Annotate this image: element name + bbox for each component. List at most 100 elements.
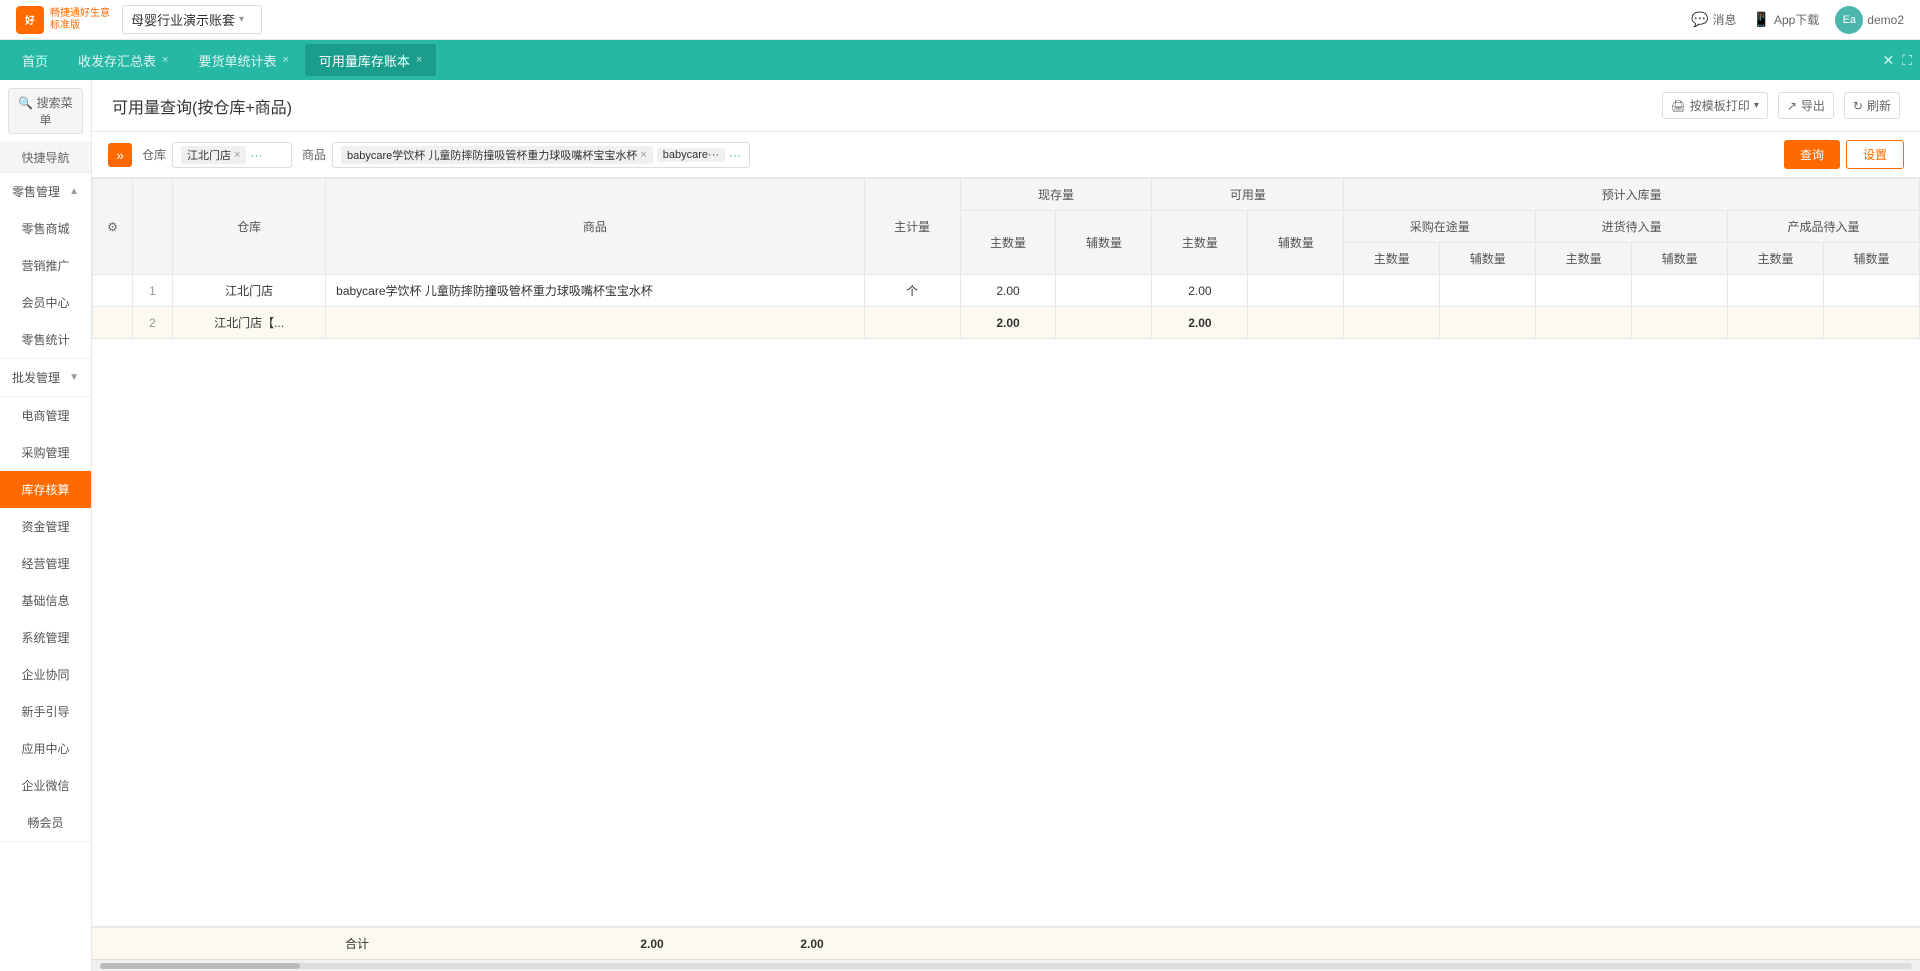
th-ip-aux: 辅数量 — [1632, 243, 1728, 275]
sidebar-item-ecommerce[interactable]: 电商管理 — [0, 397, 91, 434]
footer-label: 合计 — [102, 935, 612, 952]
th-pp-main: 主数量 — [1728, 243, 1824, 275]
sidebar-item-new-guide-label: 新手引导 — [21, 703, 69, 720]
footer-avail-main: 2.00 — [772, 937, 852, 951]
tab-receipts[interactable]: 收发存汇总表 × — [64, 44, 182, 76]
warehouse-more-icon[interactable]: ··· — [250, 148, 262, 162]
refresh-button[interactable]: ↻ 刷新 — [1844, 92, 1900, 119]
tab-order-stats[interactable]: 要货单统计表 × — [184, 44, 302, 76]
chevron-down-icon: ▾ — [239, 14, 244, 25]
sidebar-item-operations[interactable]: 经营管理 — [0, 545, 91, 582]
tab-receipts-close[interactable]: × — [162, 54, 168, 66]
message-button[interactable]: 💬 消息 — [1691, 11, 1736, 28]
scrollbar-thumb[interactable] — [100, 963, 300, 969]
sidebar-item-sys-mgmt[interactable]: 系统管理 — [0, 619, 91, 656]
sidebar-item-retail-mall-label: 零售商城 — [21, 220, 69, 237]
sidebar-section-wholesale: 批发管理 ▼ — [0, 359, 91, 397]
nav-tabs: 首页 收发存汇总表 × 要货单统计表 × 可用量库存账本 × ✕ ⛶ — [0, 40, 1920, 80]
cell-stock-aux — [1056, 275, 1152, 307]
tab-inventory-close[interactable]: × — [416, 54, 422, 66]
cell-product-2 — [326, 307, 864, 339]
product-filter-group: 商品 babycare学饮杯 儿童防摔防撞吸管杯重力球吸嘴杯宝宝水杯 × bab… — [302, 142, 750, 168]
tab-inventory[interactable]: 可用量库存账本 × — [305, 44, 436, 76]
cell-pt-main — [1344, 275, 1440, 307]
th-config: ⚙ — [93, 179, 133, 275]
th-warehouse: 仓库 — [173, 179, 326, 275]
sidebar-item-wholesale[interactable]: 批发管理 ▼ — [0, 359, 91, 396]
tab-inventory-label: 可用量库存账本 — [319, 51, 410, 70]
cell-stock-aux-2 — [1056, 307, 1152, 339]
sidebar-item-retail-stats-label: 零售统计 — [21, 331, 69, 348]
sidebar-item-purchase[interactable]: 采购管理 — [0, 434, 91, 471]
cell-ip-aux-2 — [1632, 307, 1728, 339]
sidebar-item-retail-mgmt[interactable]: 零售管理 ▲ — [0, 173, 91, 210]
th-pp-aux: 辅数量 — [1823, 243, 1919, 275]
page-title: 可用量查询(按仓库+商品) — [112, 94, 292, 118]
th-main-unit: 主计量 — [864, 179, 960, 275]
nav-close-icon[interactable]: ✕ — [1882, 52, 1894, 69]
print-icon: 🖨 — [1671, 99, 1686, 113]
product-more-icon[interactable]: ··· — [729, 148, 741, 162]
cell-ip-aux — [1632, 275, 1728, 307]
chevron-icon-2: ▼ — [69, 372, 79, 383]
warehouse-filter-input[interactable]: 江北门店 × ··· — [172, 142, 292, 168]
search-menu-button[interactable]: 🔍 搜索菜单 — [8, 88, 83, 134]
tab-home[interactable]: 首页 — [8, 44, 62, 76]
org-selector[interactable]: 母婴行业演示账套 ▾ — [122, 5, 262, 34]
cell-ip-main — [1536, 275, 1632, 307]
sidebar: 🔍 搜索菜单 快捷导航 零售管理 ▲ 零售商城 营销推广 会员中心 零售统计 批 — [0, 80, 92, 971]
sidebar-item-purchase-label: 采购管理 — [21, 444, 69, 461]
user-profile[interactable]: Ea demo2 — [1835, 6, 1904, 34]
table-area: ⚙ 仓库 商品 主计量 现存量 可用量 预计入库量 主数量 辅数量 主数量 — [92, 178, 1920, 926]
sidebar-item-basic-info[interactable]: 基础信息 — [0, 582, 91, 619]
sidebar-item-marketing[interactable]: 营销推广 — [0, 247, 91, 284]
sidebar-item-app-center-label: 应用中心 — [21, 740, 69, 757]
content-area: 可用量查询(按仓库+商品) 🖨 按模板打印 ▾ ↗ 导出 ↻ 刷新 » — [92, 80, 1920, 971]
sidebar-item-enterprise-wechat-label: 企业微信 — [21, 777, 69, 794]
th-ip-main: 主数量 — [1536, 243, 1632, 275]
org-name: 母婴行业演示账套 — [131, 10, 235, 29]
th-current-stock: 现存量 — [960, 179, 1152, 211]
warehouse-filter-group: 仓库 江北门店 × ··· — [142, 142, 292, 168]
message-icon: 💬 — [1691, 11, 1708, 28]
sidebar-item-inventory[interactable]: 库存核算 — [0, 471, 91, 508]
nav-expand-icon[interactable]: ⛶ — [1902, 52, 1912, 69]
product-filter-label: 商品 — [302, 146, 326, 163]
query-button[interactable]: 查询 — [1784, 140, 1840, 169]
product-tag-more-value: babycare··· — [663, 149, 719, 161]
sidebar-item-operations-label: 经营管理 — [21, 555, 69, 572]
filter-expand-button[interactable]: » — [108, 143, 132, 167]
cell-stock-main-2: 2.00 — [960, 307, 1056, 339]
quick-nav-button[interactable]: 快捷导航 — [0, 143, 91, 173]
sidebar-item-enterprise-collab[interactable]: 企业协同 — [0, 656, 91, 693]
th-product: 商品 — [326, 179, 864, 275]
refresh-icon: ↻ — [1853, 99, 1863, 113]
warehouse-tag-close[interactable]: × — [234, 149, 240, 161]
sidebar-item-enterprise-wechat[interactable]: 企业微信 — [0, 767, 91, 804]
cell-pt-aux — [1440, 275, 1536, 307]
sidebar-item-vip[interactable]: 畅会员 — [0, 804, 91, 841]
tab-order-stats-close[interactable]: × — [282, 54, 288, 66]
settings-button[interactable]: 设置 — [1846, 140, 1904, 169]
print-button[interactable]: 🖨 按模板打印 ▾ — [1662, 92, 1768, 119]
sidebar-item-vip-label: 畅会员 — [27, 814, 63, 831]
download-button[interactable]: 📱 App下载 — [1753, 11, 1820, 28]
sidebar-item-member[interactable]: 会员中心 — [0, 284, 91, 321]
th-stock-main: 主数量 — [960, 211, 1056, 275]
export-button[interactable]: ↗ 导出 — [1778, 92, 1834, 119]
sidebar-item-app-center[interactable]: 应用中心 — [0, 730, 91, 767]
sidebar-item-new-guide[interactable]: 新手引导 — [0, 693, 91, 730]
sidebar-item-retail-stats[interactable]: 零售统计 — [0, 321, 91, 358]
sidebar-item-wholesale-label: 批发管理 — [12, 369, 60, 386]
sidebar-item-finance[interactable]: 资金管理 — [0, 508, 91, 545]
refresh-label: 刷新 — [1867, 97, 1891, 114]
print-label: 按模板打印 — [1690, 97, 1750, 114]
cell-main-unit-2 — [864, 307, 960, 339]
sidebar-item-retail-mall[interactable]: 零售商城 — [0, 210, 91, 247]
product-filter-input[interactable]: babycare学饮杯 儿童防摔防撞吸管杯重力球吸嘴杯宝宝水杯 × babyca… — [332, 142, 750, 168]
config-icon[interactable]: ⚙ — [107, 220, 118, 234]
main-layout: 🔍 搜索菜单 快捷导航 零售管理 ▲ 零售商城 营销推广 会员中心 零售统计 批 — [0, 80, 1920, 971]
data-table: ⚙ 仓库 商品 主计量 现存量 可用量 预计入库量 主数量 辅数量 主数量 — [92, 178, 1920, 339]
cell-avail-aux-2 — [1248, 307, 1344, 339]
product-tag-close[interactable]: × — [640, 149, 646, 161]
